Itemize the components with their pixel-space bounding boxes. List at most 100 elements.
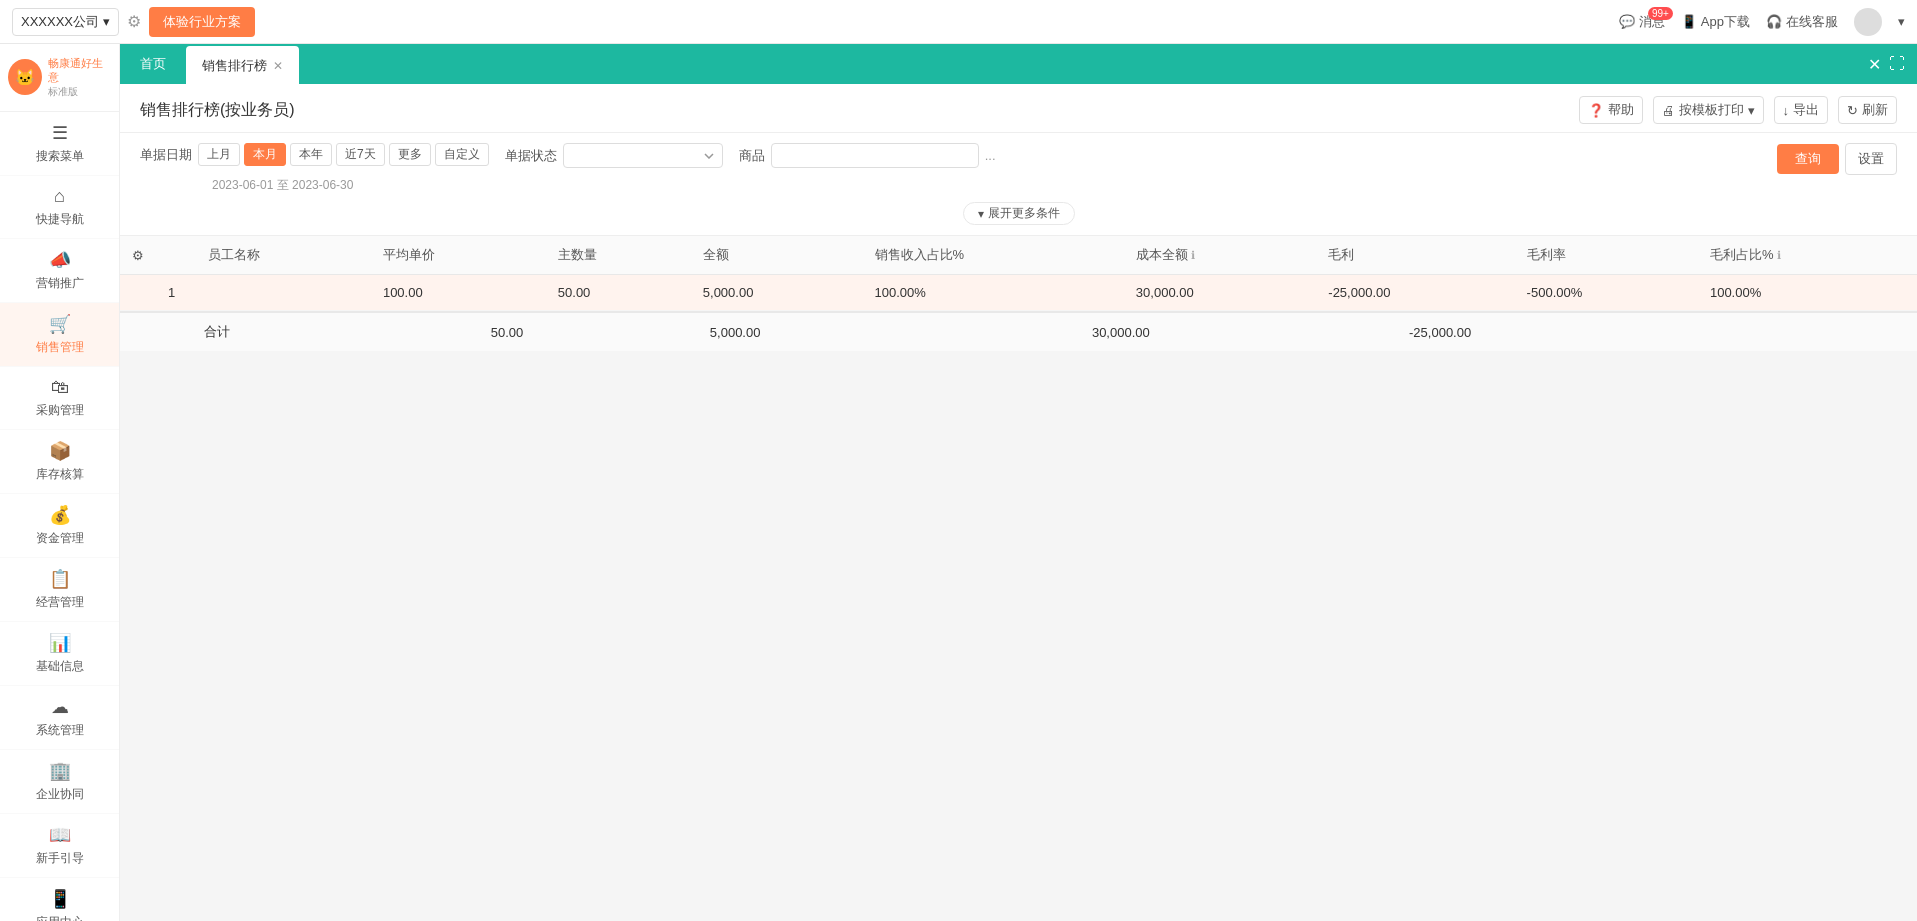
main-layout: 🐱 畅康通好生意 标准版 ☰ 搜索菜单 ⌂ 快捷导航 📣 营销推广 🛒 销售管理…: [0, 44, 1917, 921]
app-center-icon: 📱: [49, 888, 71, 910]
expand-filters-button[interactable]: ▾ 展开更多条件: [963, 202, 1075, 225]
settings-button[interactable]: 设置: [1845, 143, 1897, 175]
row-avg-price: 100.00: [371, 275, 546, 311]
date-btn-this-year[interactable]: 本年: [290, 143, 332, 166]
sidebar: 🐱 畅康通好生意 标准版 ☰ 搜索菜单 ⌂ 快捷导航 📣 营销推广 🛒 销售管理…: [0, 44, 120, 921]
chevron-down-icon: ▾: [103, 14, 110, 29]
page-content: 销售排行榜(按业务员) ❓ 帮助 🖨 按模板打印 ▾ ↓ 导出: [120, 84, 1917, 921]
user-label: ▾: [1898, 14, 1905, 29]
help-button[interactable]: ❓ 帮助: [1579, 96, 1643, 124]
sales-icon: 🛒: [49, 313, 71, 335]
sidebar-item-purchase[interactable]: 🛍 采购管理: [0, 367, 119, 430]
table-body: 1 100.00 50.00 5,000.00 100.00% 30,000.0…: [120, 275, 1917, 311]
col-amount: 全额: [691, 236, 863, 275]
logo: 🐱 畅康通好生意 标准版: [0, 44, 119, 112]
online-service-button[interactable]: 🎧 在线客服: [1766, 13, 1838, 31]
row-amount: 5,000.00: [691, 275, 863, 311]
print-label: 按模板打印: [1679, 101, 1744, 119]
logo-sub: 标准版: [48, 85, 111, 99]
footer-cost: 30,000.00: [1080, 313, 1397, 352]
print-button[interactable]: 🖨 按模板打印 ▾: [1653, 96, 1764, 124]
sidebar-item-app-center[interactable]: 📱 应用中心: [0, 878, 119, 921]
status-select[interactable]: [563, 143, 723, 168]
footer-gross: -25,000.00: [1397, 313, 1731, 352]
settings-icon[interactable]: ⚙: [127, 12, 141, 31]
row-sales-pct: 100.00%: [863, 275, 1124, 311]
date-btn-7days[interactable]: 近7天: [336, 143, 385, 166]
sidebar-item-quick-nav[interactable]: ⌂ 快捷导航: [0, 176, 119, 239]
footer-gross-rate: [1731, 313, 1824, 352]
window-maximize-icon[interactable]: ⛶: [1889, 55, 1905, 73]
footer-sales-pct: [987, 313, 1080, 352]
inventory-icon: 📦: [49, 440, 71, 462]
tab-sales-ranking[interactable]: 销售排行榜 ✕: [186, 46, 299, 86]
app-download-button[interactable]: 📱 App下载: [1681, 13, 1750, 31]
table-footer: 合计 50.00 5,000.00 30,000.00 -25,000.00: [120, 311, 1917, 352]
sidebar-item-operations[interactable]: 📋 经营管理: [0, 558, 119, 622]
export-button[interactable]: ↓ 导出: [1774, 96, 1829, 124]
sidebar-label-search: 搜索菜单: [36, 148, 84, 165]
date-range-text: 2023-06-01 至 2023-06-30: [212, 178, 353, 192]
sidebar-item-inventory[interactable]: 📦 库存核算: [0, 430, 119, 494]
col-gross-pct: 毛利占比% ℹ: [1698, 236, 1917, 275]
enterprise-icon: 🏢: [49, 760, 71, 782]
col-avg-price: 平均单价: [371, 236, 546, 275]
avatar[interactable]: [1854, 8, 1882, 36]
expand-row: ▾ 展开更多条件: [140, 202, 1897, 225]
trial-button[interactable]: 体验行业方案: [149, 7, 255, 37]
date-btn-last-month[interactable]: 上月: [198, 143, 240, 166]
date-buttons: 上月 本月 本年 近7天 更多 自定义: [198, 143, 489, 166]
row-gross: -25,000.00: [1316, 275, 1514, 311]
row-cost: 30,000.00: [1124, 275, 1316, 311]
refresh-button[interactable]: ↻ 刷新: [1838, 96, 1897, 124]
page-actions: ❓ 帮助 🖨 按模板打印 ▾ ↓ 导出 ↻ 刷新: [1579, 96, 1898, 124]
user-name[interactable]: ▾: [1898, 14, 1905, 29]
sidebar-label-quick-nav: 快捷导航: [36, 211, 84, 228]
page-title: 销售排行榜(按业务员): [140, 100, 295, 121]
goods-input[interactable]: [771, 143, 979, 168]
sidebar-item-enterprise[interactable]: 🏢 企业协同: [0, 750, 119, 814]
query-button[interactable]: 查询: [1777, 144, 1839, 174]
tab-close-icon[interactable]: ✕: [273, 59, 283, 73]
col-employee: 员工名称: [196, 236, 371, 275]
message-icon: 💬: [1619, 14, 1635, 29]
col-sales-pct: 销售收入占比%: [863, 236, 1124, 275]
footer-settings-col: [120, 313, 152, 352]
date-btn-this-month[interactable]: 本月: [244, 143, 286, 166]
app-label: App下载: [1701, 13, 1750, 31]
sidebar-item-basic-info[interactable]: 📊 基础信息: [0, 622, 119, 686]
print-chevron-icon: ▾: [1748, 103, 1755, 118]
message-button[interactable]: 💬 消息 99+: [1619, 13, 1665, 31]
sidebar-item-system[interactable]: ☁ 系统管理: [0, 686, 119, 750]
guide-icon: 📖: [49, 824, 71, 846]
sidebar-label-enterprise: 企业协同: [36, 786, 84, 803]
filter-bar: 单据日期 上月 本月 本年 近7天 更多 自定义 单据状态: [120, 133, 1917, 236]
table-header-row: ⚙ 员工名称 平均单价 主数量 全额 销售收入占比% 成本全额 ℹ 毛利: [120, 236, 1917, 275]
date-btn-more[interactable]: 更多: [389, 143, 431, 166]
table-scroll: ⚙ 员工名称 平均单价 主数量 全额 销售收入占比% 成本全额 ℹ 毛利: [120, 236, 1917, 311]
sidebar-item-guide[interactable]: 📖 新手引导: [0, 814, 119, 878]
tab-home[interactable]: 首页: [120, 44, 186, 84]
home-icon: ⌂: [54, 186, 65, 207]
sidebar-item-finance[interactable]: 💰 资金管理: [0, 494, 119, 558]
col-settings[interactable]: ⚙: [120, 236, 156, 275]
refresh-label: 刷新: [1862, 101, 1888, 119]
sidebar-label-inventory: 库存核算: [36, 466, 84, 483]
logo-animal-icon: 🐱: [15, 68, 35, 87]
date-filter-group: 单据日期 上月 本月 本年 近7天 更多 自定义: [140, 143, 489, 166]
data-table: ⚙ 员工名称 平均单价 主数量 全额 销售收入占比% 成本全额 ℹ 毛利: [120, 236, 1917, 311]
table-wrapper: ⚙ 员工名称 平均单价 主数量 全额 销售收入占比% 成本全额 ℹ 毛利: [120, 236, 1917, 352]
content-area: 首页 销售排行榜 ✕ ✕ ⛶ 销售排行榜(按业务员) ❓ 帮助: [120, 44, 1917, 921]
date-filter-label: 单据日期: [140, 146, 192, 164]
row-settings: [120, 275, 156, 311]
company-selector[interactable]: XXXXXX公司 ▾: [12, 8, 119, 36]
tab-sales-ranking-label: 销售排行榜: [202, 57, 267, 75]
window-close-icon[interactable]: ✕: [1868, 55, 1881, 74]
goods-more-icon[interactable]: ...: [985, 148, 996, 163]
sidebar-item-sales[interactable]: 🛒 销售管理: [0, 303, 119, 367]
sidebar-item-marketing[interactable]: 📣 营销推广: [0, 239, 119, 303]
sidebar-item-search[interactable]: ☰ 搜索菜单: [0, 112, 119, 176]
marketing-icon: 📣: [49, 249, 71, 271]
row-gross-rate: -500.00%: [1515, 275, 1698, 311]
date-btn-custom[interactable]: 自定义: [435, 143, 489, 166]
